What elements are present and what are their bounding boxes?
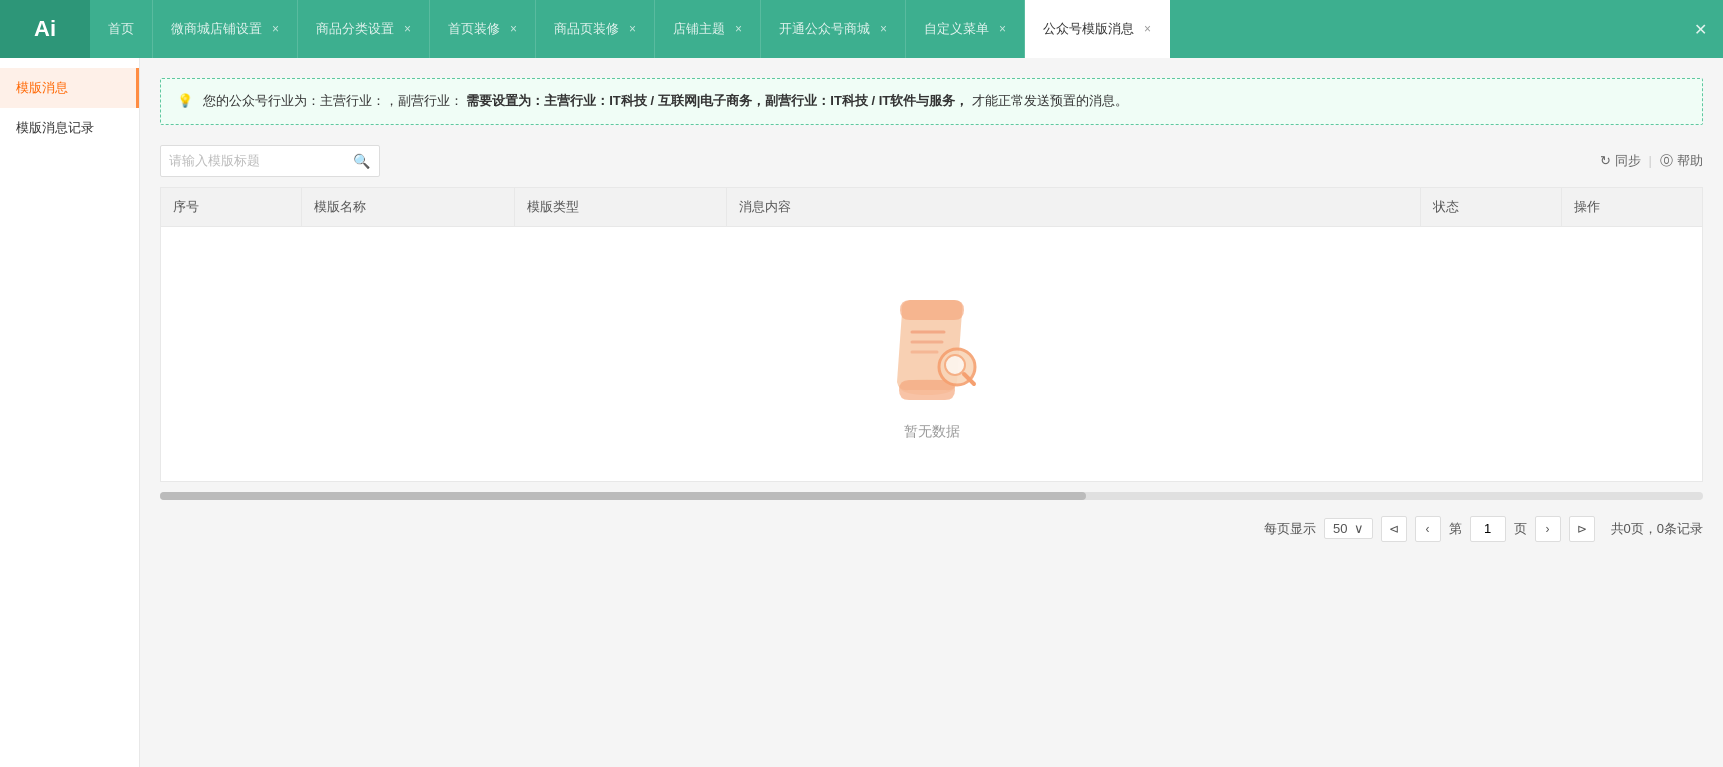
tab-close-home-decoration[interactable]: × <box>510 22 517 36</box>
first-page-button[interactable]: ⊲ <box>1381 516 1407 542</box>
tab-close-category-setting[interactable]: × <box>404 22 411 36</box>
tab-bar: Ai 首页微商城店铺设置×商品分类设置×首页装修×商品页装修×店铺主题×开通公众… <box>0 0 1723 58</box>
toolbar-divider: | <box>1649 153 1652 168</box>
tab-open-mall[interactable]: 开通公众号商城 × <box>761 0 906 58</box>
page-number-input[interactable] <box>1470 516 1506 542</box>
tab-bar-end: ✕ <box>1694 20 1723 39</box>
page-label: 第 <box>1449 520 1462 538</box>
horizontal-scrollbar[interactable] <box>160 492 1703 500</box>
scrollbar-thumb[interactable] <box>160 492 1086 500</box>
tab-home[interactable]: 首页 <box>90 0 153 58</box>
close-all-tabs-button[interactable]: ✕ <box>1694 20 1707 39</box>
empty-state-row: 暂无数据 <box>161 226 1703 481</box>
svg-point-5 <box>945 355 965 375</box>
tab-label-category-setting: 商品分类设置 <box>316 20 394 38</box>
tab-shop-theme[interactable]: 店铺主题 × <box>655 0 761 58</box>
empty-illustration <box>872 287 992 407</box>
tab-weshop-setting[interactable]: 微商城店铺设置 × <box>153 0 298 58</box>
pagination: 每页显示 50 ∨ ⊲ ‹ 第 页 › ⊳ 共0页，0条记录 <box>160 516 1703 542</box>
tab-template-msg[interactable]: 公众号模版消息 × <box>1025 0 1170 58</box>
last-page-button[interactable]: ⊳ <box>1569 516 1595 542</box>
tab-close-open-mall[interactable]: × <box>880 22 887 36</box>
tab-label-home: 首页 <box>108 20 134 38</box>
page-suffix: 页 <box>1514 520 1527 538</box>
notice-icon: 💡 <box>177 93 193 108</box>
main-layout: 模版消息模版消息记录 💡 您的公众号行业为：主营行业：，副营行业： 需要设置为：… <box>0 58 1723 767</box>
tab-close-template-msg[interactable]: × <box>1144 22 1151 36</box>
empty-state: 暂无数据 <box>161 227 1702 481</box>
tab-label-template-msg: 公众号模版消息 <box>1043 20 1134 38</box>
notice-highlight: 需要设置为：主营行业：IT科技 / 互联网|电子商务，副营行业：IT科技 / I… <box>466 93 968 108</box>
tab-label-weshop-setting: 微商城店铺设置 <box>171 20 262 38</box>
tab-label-home-decoration: 首页装修 <box>448 20 500 38</box>
tab-label-shop-theme: 店铺主题 <box>673 20 725 38</box>
help-icon: ⓪ <box>1660 152 1673 170</box>
tab-product-decoration[interactable]: 商品页装修 × <box>536 0 655 58</box>
col-header-status: 状态 <box>1421 187 1562 226</box>
total-info: 共0页，0条记录 <box>1611 520 1703 538</box>
sync-label: 同步 <box>1615 152 1641 170</box>
col-header-type: 模版类型 <box>514 187 727 226</box>
help-button[interactable]: ⓪ 帮助 <box>1660 152 1703 170</box>
col-header-name: 模版名称 <box>301 187 514 226</box>
sidebar-item-template-msg-log[interactable]: 模版消息记录 <box>0 108 139 148</box>
tab-label-product-decoration: 商品页装修 <box>554 20 619 38</box>
help-label: 帮助 <box>1677 152 1703 170</box>
sync-icon: ↻ <box>1600 153 1611 168</box>
content-area: 💡 您的公众号行业为：主营行业：，副营行业： 需要设置为：主营行业：IT科技 /… <box>140 58 1723 767</box>
col-header-action: 操作 <box>1562 187 1703 226</box>
prev-page-button[interactable]: ‹ <box>1415 516 1441 542</box>
page-size-label: 每页显示 <box>1264 520 1316 538</box>
page-size-dropdown-icon[interactable]: ∨ <box>1354 521 1364 536</box>
col-header-index: 序号 <box>161 187 302 226</box>
tab-close-custom-menu[interactable]: × <box>999 22 1006 36</box>
search-input[interactable] <box>169 153 349 168</box>
sync-button[interactable]: ↻ 同步 <box>1600 152 1641 170</box>
notice-box: 💡 您的公众号行业为：主营行业：，副营行业： 需要设置为：主营行业：IT科技 /… <box>160 78 1703 125</box>
empty-text: 暂无数据 <box>904 423 960 441</box>
app-logo: Ai <box>0 0 90 58</box>
tab-close-weshop-setting[interactable]: × <box>272 22 279 36</box>
search-input-wrap[interactable]: 🔍 <box>160 145 380 177</box>
notice-text-suffix: 才能正常发送预置的消息。 <box>972 93 1128 108</box>
notice-text-prefix: 您的公众号行业为：主营行业：，副营行业： <box>203 93 463 108</box>
sidebar: 模版消息模版消息记录 <box>0 58 140 767</box>
search-icon[interactable]: 🔍 <box>353 153 370 169</box>
tab-custom-menu[interactable]: 自定义菜单 × <box>906 0 1025 58</box>
tab-home-decoration[interactable]: 首页装修 × <box>430 0 536 58</box>
data-table: 序号模版名称模版类型消息内容状态操作 <box>160 187 1703 482</box>
toolbar-right: ↻ 同步 | ⓪ 帮助 <box>1600 152 1703 170</box>
tab-label-custom-menu: 自定义菜单 <box>924 20 989 38</box>
tab-close-product-decoration[interactable]: × <box>629 22 636 36</box>
page-size-value: 50 <box>1333 521 1347 536</box>
sidebar-item-template-msg[interactable]: 模版消息 <box>0 68 139 108</box>
tab-label-open-mall: 开通公众号商城 <box>779 20 870 38</box>
next-page-button[interactable]: › <box>1535 516 1561 542</box>
tab-category-setting[interactable]: 商品分类设置 × <box>298 0 430 58</box>
page-size-select[interactable]: 50 ∨ <box>1324 518 1372 539</box>
toolbar: 🔍 ↻ 同步 | ⓪ 帮助 <box>160 145 1703 177</box>
tab-close-shop-theme[interactable]: × <box>735 22 742 36</box>
col-header-content: 消息内容 <box>727 187 1421 226</box>
